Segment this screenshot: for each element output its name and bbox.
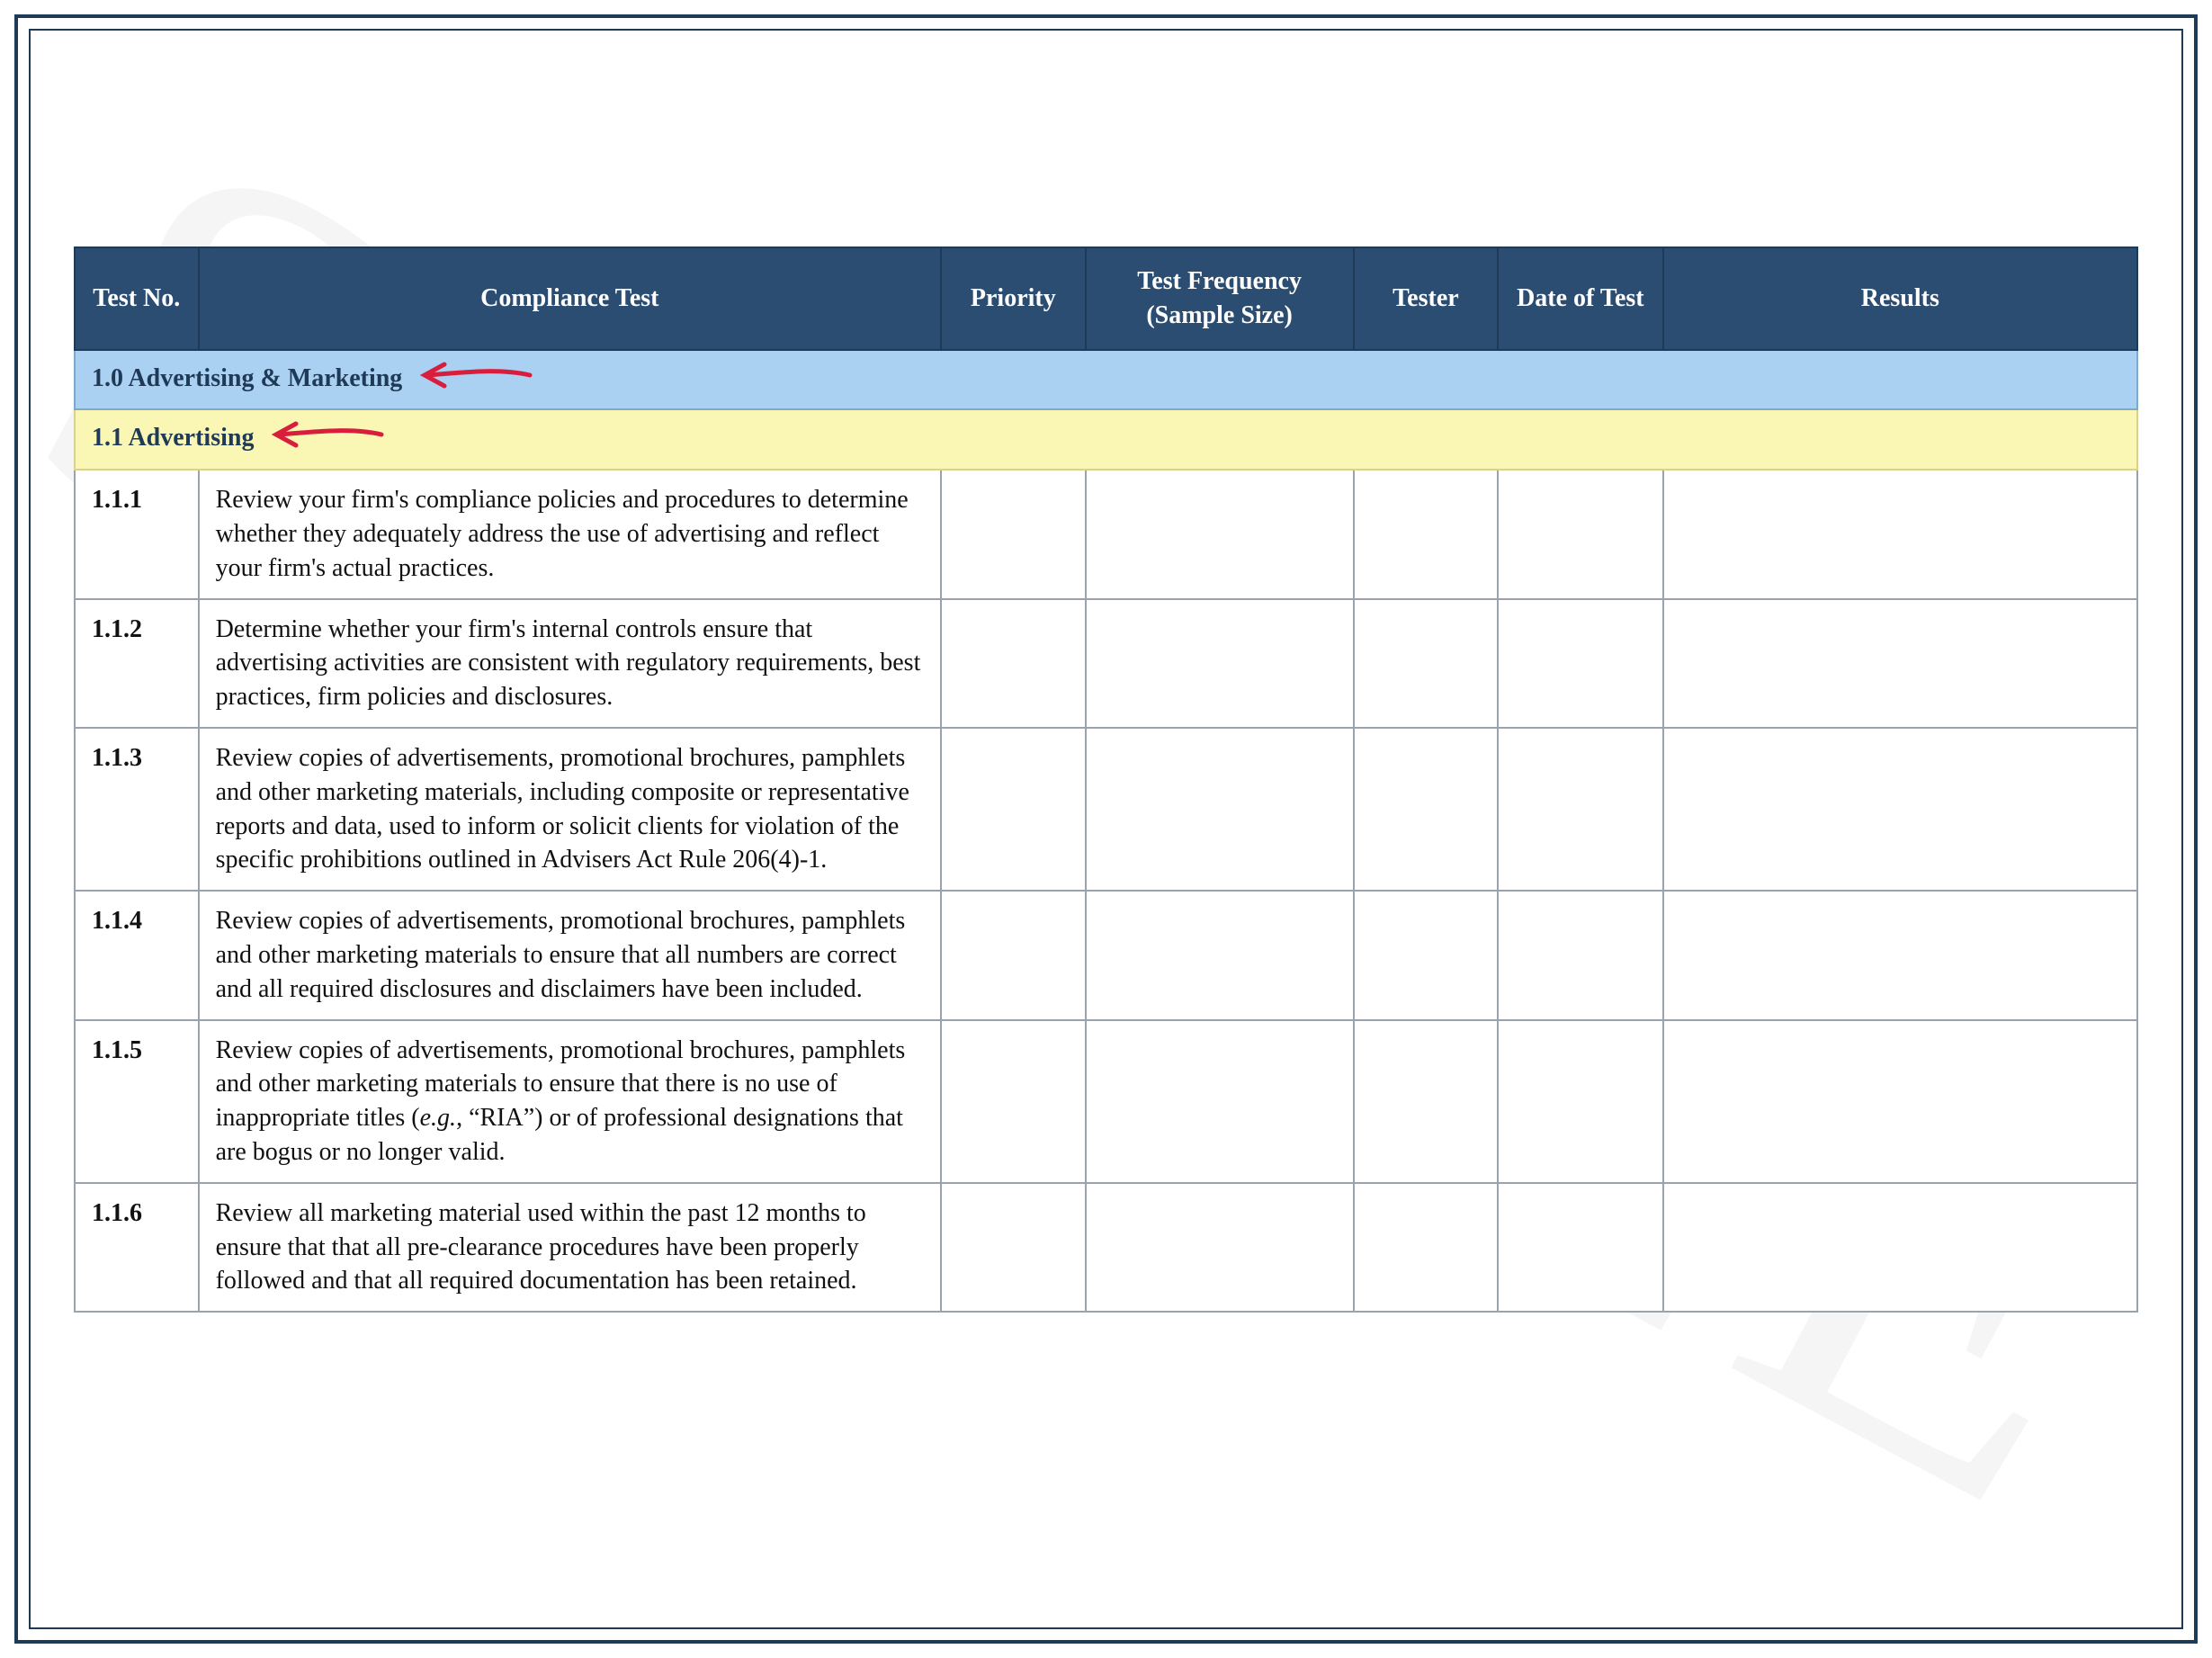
- cell-compliance-test: Review all marketing material used withi…: [199, 1183, 941, 1312]
- cell-tester: [1354, 470, 1499, 598]
- col-header-date: Date of Test: [1498, 247, 1662, 350]
- cell-priority: [941, 1020, 1086, 1183]
- cell-frequency: [1086, 1183, 1354, 1312]
- cell-priority: [941, 599, 1086, 728]
- cell-results: [1663, 470, 2137, 598]
- cell-priority: [941, 470, 1086, 598]
- col-header-priority: Priority: [941, 247, 1086, 350]
- cell-tester: [1354, 1020, 1499, 1183]
- border-inner: SAMPLE Test No.: [29, 29, 2183, 1629]
- cell-compliance-test: Review copies of advertisements, promoti…: [199, 1020, 941, 1183]
- table-row: 1.1.4Review copies of advertisements, pr…: [75, 891, 2137, 1019]
- cell-results: [1663, 1183, 2137, 1312]
- cell-test-no: 1.1.4: [75, 891, 199, 1019]
- cell-tester: [1354, 599, 1499, 728]
- cell-test-no: 1.1.1: [75, 470, 199, 598]
- cell-date: [1498, 599, 1662, 728]
- cell-compliance-test: Review your firm's compliance policies a…: [199, 470, 941, 598]
- cell-date: [1498, 1020, 1662, 1183]
- cell-compliance-test: Review copies of advertisements, promoti…: [199, 728, 941, 891]
- annotation-arrow-icon: [408, 360, 534, 400]
- cell-tester: [1354, 891, 1499, 1019]
- col-header-test-no: Test No.: [75, 247, 199, 350]
- table-row: 1.1.2Determine whether your firm's inter…: [75, 599, 2137, 728]
- cell-test-no: 1.1.3: [75, 728, 199, 891]
- cell-frequency: [1086, 599, 1354, 728]
- cell-test-no: 1.1.2: [75, 599, 199, 728]
- cell-compliance-test: Determine whether your firm's internal c…: [199, 599, 941, 728]
- content: Test No. Compliance Test Priority Test F…: [31, 31, 2181, 1356]
- cell-results: [1663, 1020, 2137, 1183]
- cell-test-no: 1.1.5: [75, 1020, 199, 1183]
- col-header-test: Compliance Test: [199, 247, 941, 350]
- col-header-results: Results: [1663, 247, 2137, 350]
- table-body: 1.0 Advertising & Marketing: [75, 350, 2137, 1313]
- cell-date: [1498, 891, 1662, 1019]
- cell-priority: [941, 728, 1086, 891]
- cell-priority: [941, 891, 1086, 1019]
- cell-frequency: [1086, 891, 1354, 1019]
- border-outer: SAMPLE Test No.: [14, 14, 2198, 1644]
- section-row-minor: 1.1 Advertising: [75, 409, 2137, 470]
- cell-date: [1498, 1183, 1662, 1312]
- cell-date: [1498, 470, 1662, 598]
- cell-priority: [941, 1183, 1086, 1312]
- cell-results: [1663, 891, 2137, 1019]
- cell-tester: [1354, 1183, 1499, 1312]
- table-row: 1.1.1Review your firm's compliance polic…: [75, 470, 2137, 598]
- cell-frequency: [1086, 1020, 1354, 1183]
- table-header: Test No. Compliance Test Priority Test F…: [75, 247, 2137, 350]
- section-major-cell: 1.0 Advertising & Marketing: [75, 350, 2137, 410]
- cell-test-no: 1.1.6: [75, 1183, 199, 1312]
- cell-date: [1498, 728, 1662, 891]
- cell-compliance-test: Review copies of advertisements, promoti…: [199, 891, 941, 1019]
- page: SAMPLE Test No.: [0, 0, 2212, 1658]
- col-header-frequency: Test Frequency (Sample Size): [1086, 247, 1354, 350]
- table-header-row: Test No. Compliance Test Priority Test F…: [75, 247, 2137, 350]
- cell-frequency: [1086, 470, 1354, 598]
- cell-tester: [1354, 728, 1499, 891]
- compliance-table: Test No. Compliance Test Priority Test F…: [74, 246, 2138, 1313]
- cell-results: [1663, 599, 2137, 728]
- section-row-major: 1.0 Advertising & Marketing: [75, 350, 2137, 410]
- cell-frequency: [1086, 728, 1354, 891]
- section-minor-label: 1.1 Advertising: [92, 424, 254, 452]
- col-header-tester: Tester: [1354, 247, 1499, 350]
- table-row: 1.1.5Review copies of advertisements, pr…: [75, 1020, 2137, 1183]
- table-row: 1.1.3Review copies of advertisements, pr…: [75, 728, 2137, 891]
- annotation-arrow-icon: [260, 419, 386, 460]
- cell-results: [1663, 728, 2137, 891]
- section-major-label: 1.0 Advertising & Marketing: [92, 363, 402, 391]
- table-row: 1.1.6Review all marketing material used …: [75, 1183, 2137, 1312]
- section-minor-cell: 1.1 Advertising: [75, 409, 2137, 470]
